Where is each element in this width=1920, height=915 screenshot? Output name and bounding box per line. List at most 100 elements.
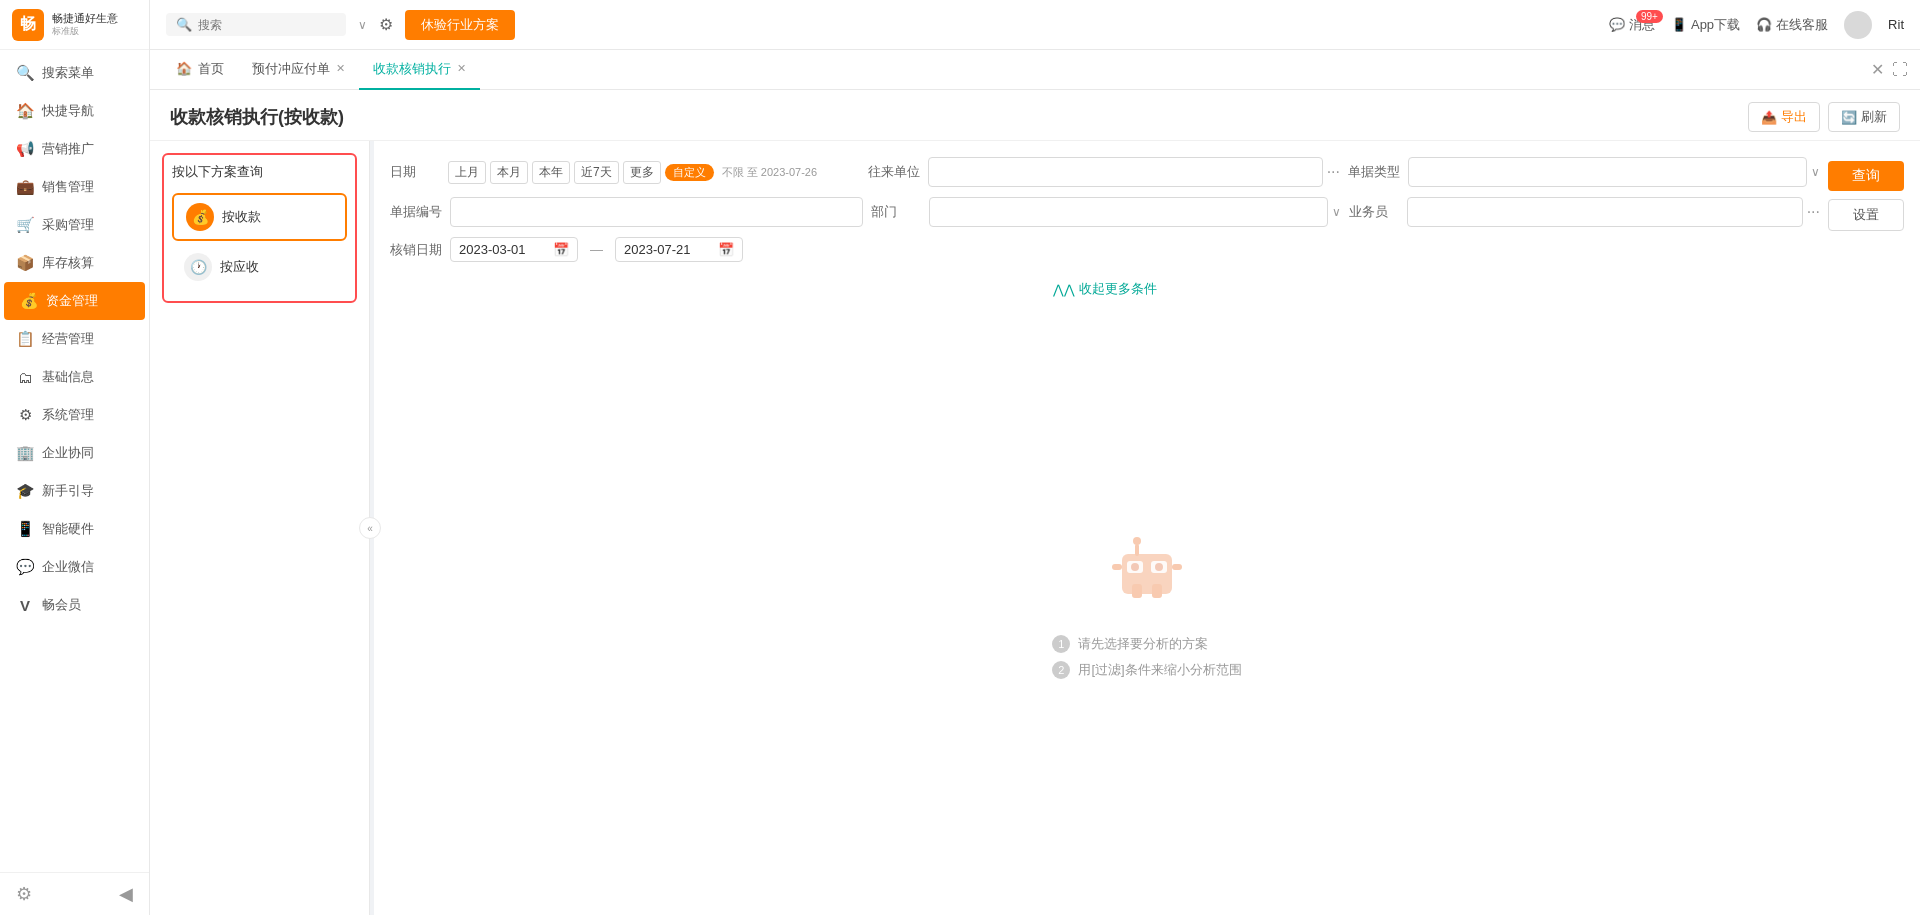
calendar-start-icon[interactable]: 📅 [553, 242, 569, 257]
logo-area: 畅 畅捷通好生意 标准版 [0, 0, 149, 50]
filter-options-bordered: 按以下方案查询 💰 按收款 🕐 按应收 [162, 153, 357, 303]
sidebar-item-wechat[interactable]: 💬 企业微信 [0, 548, 149, 586]
messages-btn[interactable]: 💬 消息 99+ [1609, 16, 1655, 34]
settings-icon[interactable]: ⚙ [16, 883, 32, 905]
tab-writeoff-label: 收款核销执行 [373, 60, 451, 78]
filter-by-receipt[interactable]: 💰 按收款 [172, 193, 347, 241]
collapse-sidebar-btn[interactable]: ◀ [119, 883, 133, 905]
finance-icon: 💰 [20, 292, 38, 310]
date-btn-lastmonth[interactable]: 上月 [448, 161, 486, 184]
maximize-window-btn[interactable]: ⛶ [1892, 61, 1908, 79]
sidebar-item-enterprise[interactable]: 🏢 企业协同 [0, 434, 149, 472]
inventory-icon: 📦 [16, 254, 34, 272]
receipt-icon-circle: 💰 [186, 203, 214, 231]
calendar-end-icon[interactable]: 📅 [718, 242, 734, 257]
tab-prepay[interactable]: 预付冲应付单 ✕ [238, 50, 359, 90]
main-area: 🔍 ∨ ⚙ 休验行业方案 💬 消息 99+ 📱 App下载 🎧 在线客服 Rit [150, 0, 1920, 915]
date-btn-thismonth[interactable]: 本月 [490, 161, 528, 184]
counterparty-input[interactable] [928, 157, 1323, 187]
sidebar-item-finance[interactable]: 💰 资金管理 [4, 282, 145, 320]
date-btn-thisyear[interactable]: 本年 [532, 161, 570, 184]
sidebar-item-hardware[interactable]: 📱 智能硬件 [0, 510, 149, 548]
filter-by-receivable[interactable]: 🕐 按应收 [172, 245, 347, 289]
page-header: 收款核销执行(按收款) 📤 导出 🔄 刷新 [150, 90, 1920, 141]
date-custom-badge: 自定义 [665, 164, 714, 181]
panel-title: 按以下方案查询 [172, 163, 347, 181]
empty-hint-2: 2 用[过滤]条件来缩小分析范围 [1052, 661, 1241, 679]
collapse-more-btn[interactable]: ⋀⋀ 收起更多条件 [390, 280, 1820, 298]
svg-point-10 [1155, 563, 1163, 571]
gear-icon[interactable]: ⚙ [379, 15, 393, 34]
sidebar-item-label: 搜索菜单 [42, 64, 94, 82]
logo-badge: 标准版 [52, 25, 118, 38]
voucher-no-input[interactable] [450, 197, 863, 227]
refresh-button[interactable]: 🔄 刷新 [1828, 102, 1900, 132]
svg-rect-0 [1122, 554, 1172, 594]
home-icon: 🏠 [16, 102, 34, 120]
sidebar-item-guide[interactable]: 🎓 新手引导 [0, 472, 149, 510]
voucher-type-label: 单据类型 [1348, 163, 1400, 181]
sidebar-item-basic-info[interactable]: 🗂 基础信息 [0, 358, 149, 396]
sidebar-item-inventory[interactable]: 📦 库存核算 [0, 244, 149, 282]
tab-writeoff[interactable]: 收款核销执行 ✕ [359, 50, 480, 90]
solution-button[interactable]: 休验行业方案 [405, 10, 515, 40]
svg-point-9 [1131, 563, 1139, 571]
hint-number-2: 2 [1052, 661, 1070, 679]
online-service-btn[interactable]: 🎧 在线客服 [1756, 16, 1828, 34]
dept-chevron-icon[interactable]: ∨ [1332, 205, 1341, 219]
sidebar-item-system[interactable]: ⚙ 系统管理 [0, 396, 149, 434]
sidebar-item-label: 采购管理 [42, 216, 94, 234]
logo-icon: 畅 [12, 9, 44, 41]
refresh-icon: 🔄 [1841, 110, 1857, 125]
query-button[interactable]: 查询 [1828, 161, 1904, 191]
sidebar-item-sales[interactable]: 💼 销售管理 [0, 168, 149, 206]
dropdown-chevron-icon[interactable]: ∨ [358, 18, 367, 32]
app-download-btn[interactable]: 📱 App下载 [1671, 16, 1740, 34]
voucher-type-select[interactable] [1408, 157, 1807, 187]
user-avatar[interactable] [1844, 11, 1872, 39]
search-input[interactable] [198, 18, 328, 32]
member-icon: V [16, 597, 34, 614]
export-button[interactable]: 📤 导出 [1748, 102, 1820, 132]
close-tab-writeoff-icon[interactable]: ✕ [457, 62, 466, 75]
svg-rect-8 [1172, 564, 1182, 570]
sidebar-item-purchase[interactable]: 🛒 采购管理 [0, 206, 149, 244]
logo-text: 畅捷通好生意 [52, 11, 118, 25]
sidebar-item-quicknav[interactable]: 🏠 快捷导航 [0, 92, 149, 130]
date-btn-more[interactable]: 更多 [623, 161, 661, 184]
topbar: 🔍 ∨ ⚙ 休验行业方案 💬 消息 99+ 📱 App下载 🎧 在线客服 Rit [150, 0, 1920, 50]
tab-home[interactable]: 🏠 首页 [162, 50, 238, 90]
system-icon: ⚙ [16, 406, 34, 424]
panel-collapse-button[interactable]: « [359, 517, 381, 539]
writeoff-date-end-input[interactable] [624, 242, 714, 257]
sidebar-footer: ⚙ ◀ [0, 872, 149, 915]
voucher-type-chevron-icon[interactable]: ∨ [1811, 165, 1820, 179]
staff-dots-icon[interactable]: ··· [1807, 203, 1820, 221]
sidebar-item-member[interactable]: V 畅会员 [0, 586, 149, 624]
close-window-btn[interactable]: ✕ [1871, 60, 1884, 79]
sidebar-item-operations[interactable]: 📋 经营管理 [0, 320, 149, 358]
tabbar: 🏠 首页 预付冲应付单 ✕ 收款核销执行 ✕ ✕ ⛶ [150, 50, 1920, 90]
filter-receipt-label: 按收款 [222, 208, 261, 226]
close-tab-prepay-icon[interactable]: ✕ [336, 62, 345, 75]
hint-text-1: 请先选择要分析的方案 [1078, 635, 1208, 653]
service-label: 在线客服 [1776, 16, 1828, 34]
sidebar-item-search[interactable]: 🔍 搜索菜单 [0, 54, 149, 92]
sidebar-item-label: 企业微信 [42, 558, 94, 576]
message-badge: 99+ [1636, 10, 1663, 23]
svg-rect-5 [1135, 544, 1139, 556]
export-label: 导出 [1781, 108, 1807, 126]
settings-button[interactable]: 设置 [1828, 199, 1904, 231]
staff-input[interactable] [1407, 197, 1802, 227]
counterparty-dots-icon[interactable]: ··· [1327, 163, 1340, 181]
date-btn-7days[interactable]: 近7天 [574, 161, 619, 184]
sidebar-item-marketing[interactable]: 📢 营销推广 [0, 130, 149, 168]
username-label: Rit [1888, 17, 1904, 32]
search-box[interactable]: 🔍 [166, 13, 346, 36]
collapse-icon: ⋀⋀ [1053, 282, 1075, 297]
sidebar-item-label: 营销推广 [42, 140, 94, 158]
dept-select[interactable] [929, 197, 1329, 227]
right-content-panel: 日期 上月 本月 本年 近7天 更多 自定义 不限 至 2023-07-26 往… [374, 141, 1920, 915]
writeoff-date-start-input[interactable] [459, 242, 549, 257]
dept-label: 部门 [871, 203, 921, 221]
